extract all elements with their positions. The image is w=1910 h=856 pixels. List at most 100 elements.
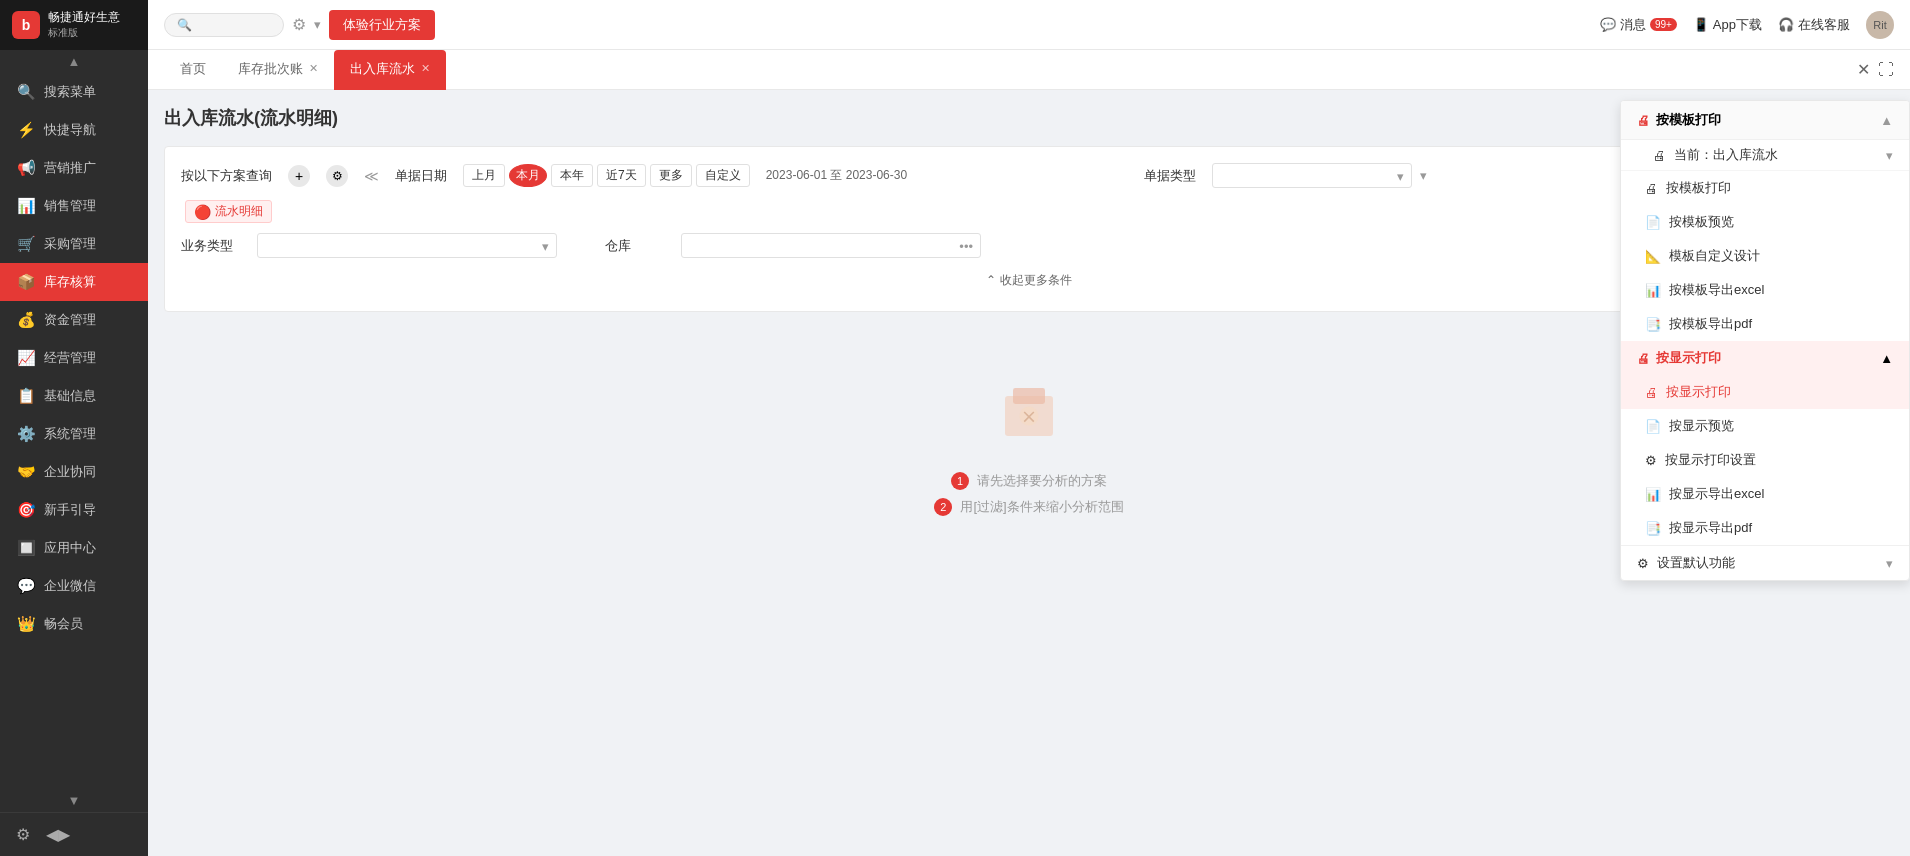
sidebar-item-search[interactable]: 🔍 搜索菜单 xyxy=(0,73,148,111)
tab-flow[interactable]: 出入库流水 ✕ xyxy=(334,50,446,90)
template-pdf-icon: 📑 xyxy=(1645,317,1661,332)
dropdown-header: 🖨 按模板打印 ▲ xyxy=(1621,101,1909,140)
settings-icon[interactable]: ⚙ xyxy=(16,825,30,844)
dropdown-item-display-excel[interactable]: 📊 按显示导出excel xyxy=(1621,477,1909,511)
template-excel-icon: 📊 xyxy=(1645,283,1661,298)
collapse-up-icon: ⌃ xyxy=(986,273,996,287)
messages-btn[interactable]: 💬 消息 99+ xyxy=(1600,16,1677,34)
header-search[interactable]: 🔍 xyxy=(164,13,284,37)
filter-settings-btn[interactable]: ⚙ xyxy=(326,165,348,187)
dropdown-current-arrow: ▾ xyxy=(1886,148,1893,163)
scroll-up-arrow[interactable]: ▲ xyxy=(0,50,148,73)
warehouse-label: 仓库 xyxy=(605,237,665,255)
dropdown-item-template-print[interactable]: 🖨 按模板打印 xyxy=(1621,171,1909,205)
trial-btn[interactable]: 体验行业方案 xyxy=(329,10,435,40)
header-left: 🔍 ⚙ ▾ 体验行业方案 xyxy=(164,10,1588,40)
template-preview-icon: 📄 xyxy=(1645,215,1661,230)
sidebar-item-operation[interactable]: 📈 经营管理 xyxy=(0,339,148,377)
message-icon: 💬 xyxy=(1600,17,1616,32)
sidebar: b 畅捷通好生意 标准版 ▲ 🔍 搜索菜单 ⚡ 快捷导航 📢 营销推广 📊 销售… xyxy=(0,0,148,856)
sidebar-item-quick-nav[interactable]: ⚡ 快捷导航 xyxy=(0,111,148,149)
tab-close-flow[interactable]: ✕ xyxy=(421,62,430,75)
filter-add-btn[interactable]: + xyxy=(288,165,310,187)
dropdown-item-display-print[interactable]: 🖨 按显示打印 xyxy=(1621,375,1909,409)
footer-settings-icon: ⚙ xyxy=(1637,556,1649,571)
dropdown-item-template-custom[interactable]: 📐 模板自定义设计 xyxy=(1621,239,1909,273)
tab-close-window-btn[interactable]: ✕ xyxy=(1857,60,1870,79)
marketing-icon: 📢 xyxy=(16,159,36,177)
biz-type-label: 业务类型 xyxy=(181,237,241,255)
doctype-expand-arrow[interactable]: ▾ xyxy=(1420,168,1427,183)
date-btn-more[interactable]: 更多 xyxy=(650,164,692,187)
doctype-select-wrap xyxy=(1212,163,1412,188)
search-icon: 🔍 xyxy=(16,83,36,101)
logo: b 畅捷通好生意 标准版 xyxy=(0,0,148,50)
dropdown-item-display-preview[interactable]: 📄 按显示预览 xyxy=(1621,409,1909,443)
dropdown-item-template-pdf[interactable]: 📑 按模板导出pdf xyxy=(1621,307,1909,341)
doctype-select[interactable] xyxy=(1212,163,1412,188)
sidebar-item-system[interactable]: ⚙️ 系统管理 xyxy=(0,415,148,453)
display-settings-icon: ⚙ xyxy=(1645,453,1657,468)
date-range: 2023-06-01 至 2023-06-30 xyxy=(766,167,907,184)
date-btn-7days[interactable]: 近7天 xyxy=(597,164,646,187)
user-avatar[interactable]: Rit xyxy=(1866,11,1894,39)
collapse-icon[interactable]: ◀▶ xyxy=(46,825,70,844)
tag-filter-item[interactable]: 🔴 流水明细 xyxy=(185,200,272,223)
sidebar-item-purchase[interactable]: 🛒 采购管理 xyxy=(0,225,148,263)
biz-type-input[interactable] xyxy=(257,233,557,258)
scroll-down-arrow[interactable]: ▼ xyxy=(0,789,148,812)
sidebar-item-finance[interactable]: 💰 资金管理 xyxy=(0,301,148,339)
sidebar-item-basic[interactable]: 📋 基础信息 xyxy=(0,377,148,415)
tab-maximize-btn[interactable]: ⛶ xyxy=(1878,61,1894,79)
date-btns: 上月 本月 本年 近7天 更多 自定义 xyxy=(463,164,750,187)
quick-nav-icon: ⚡ xyxy=(16,121,36,139)
dropdown-current-item[interactable]: 🖨 当前：出入库流水 ▾ xyxy=(1621,140,1909,171)
headset-icon: 🎧 xyxy=(1778,17,1794,32)
wechat-icon: 💬 xyxy=(16,577,36,595)
sidebar-bottom: ⚙ ◀▶ xyxy=(0,812,148,856)
date-btn-last-month[interactable]: 上月 xyxy=(463,164,505,187)
sales-icon: 📊 xyxy=(16,197,36,215)
sidebar-item-coop[interactable]: 🤝 企业协同 xyxy=(0,453,148,491)
filter-collapse-btn[interactable]: ≪ xyxy=(364,168,379,184)
dropdown-print-icon: 🖨 xyxy=(1637,113,1650,128)
dropdown-item-display-settings[interactable]: ⚙ 按显示打印设置 xyxy=(1621,443,1909,477)
sidebar-item-app-center[interactable]: 🔲 应用中心 xyxy=(0,529,148,567)
sidebar-item-sales[interactable]: 📊 销售管理 xyxy=(0,187,148,225)
dropdown-section2-header[interactable]: 🖨 按显示打印 ▲ xyxy=(1621,341,1909,375)
tab-batch[interactable]: 库存批次账 ✕ xyxy=(222,50,334,90)
settings-gear-icon[interactable]: ⚙ xyxy=(292,15,306,34)
member-icon: 👑 xyxy=(16,615,36,633)
dropdown-close-btn[interactable]: ▲ xyxy=(1880,113,1893,128)
tab-home[interactable]: 首页 xyxy=(164,50,222,90)
operation-icon: 📈 xyxy=(16,349,36,367)
online-service-btn[interactable]: 🎧 在线客服 xyxy=(1778,16,1850,34)
tag-icon: 🔴 xyxy=(194,204,211,220)
tab-close-batch[interactable]: ✕ xyxy=(309,62,318,75)
warehouse-input[interactable] xyxy=(681,233,981,258)
footer-arrow: ▾ xyxy=(1886,556,1893,571)
tab-bar: 首页 库存批次账 ✕ 出入库流水 ✕ ✕ ⛶ xyxy=(148,50,1910,90)
date-btn-year[interactable]: 本年 xyxy=(551,164,593,187)
date-btn-custom[interactable]: 自定义 xyxy=(696,164,750,187)
sidebar-item-wechat[interactable]: 💬 企业微信 xyxy=(0,567,148,605)
biz-type-expand-btn[interactable]: ▾ xyxy=(542,238,549,253)
dropdown-footer-settings[interactable]: ⚙ 设置默认功能 ▾ xyxy=(1621,545,1909,580)
warehouse-wrap: ••• xyxy=(681,233,981,258)
dropdown-item-template-preview[interactable]: 📄 按模板预览 xyxy=(1621,205,1909,239)
guide-icon: 🎯 xyxy=(16,501,36,519)
logo-icon: b xyxy=(12,11,40,39)
empty-illustration xyxy=(989,372,1069,452)
inventory-icon: 📦 xyxy=(16,273,36,291)
app-download-btn[interactable]: 📱 App下载 xyxy=(1693,16,1762,34)
sidebar-item-member[interactable]: 👑 畅会员 xyxy=(0,605,148,643)
date-btn-current-month[interactable]: 本月 xyxy=(509,164,547,187)
dropdown-arrow-icon[interactable]: ▾ xyxy=(314,17,321,32)
dropdown-item-display-pdf[interactable]: 📑 按显示导出pdf xyxy=(1621,511,1909,545)
sidebar-item-marketing[interactable]: 📢 营销推广 xyxy=(0,149,148,187)
sidebar-item-guide[interactable]: 🎯 新手引导 xyxy=(0,491,148,529)
warehouse-expand-btn[interactable]: ••• xyxy=(959,238,973,253)
sidebar-item-inventory[interactable]: 📦 库存核算 xyxy=(0,263,148,301)
dropdown-item-template-excel[interactable]: 📊 按模板导出excel xyxy=(1621,273,1909,307)
section2-icon: 🖨 xyxy=(1637,351,1650,366)
